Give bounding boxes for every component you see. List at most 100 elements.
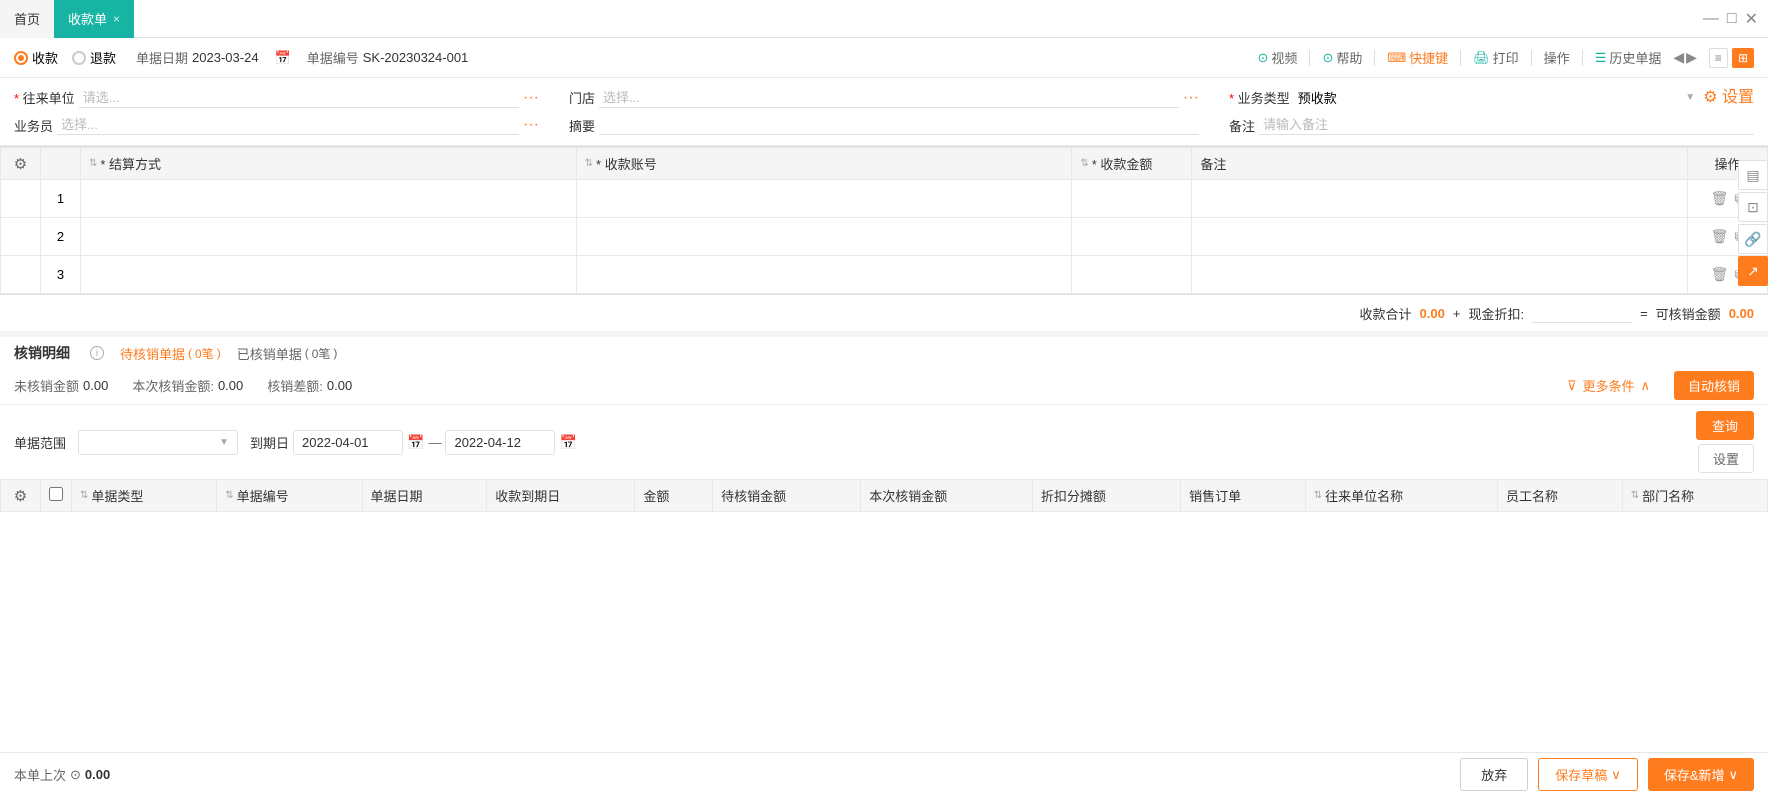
input-beizhu-3[interactable] bbox=[1192, 256, 1687, 293]
sort-danJuBianHao[interactable]: ⇅ bbox=[225, 490, 233, 501]
bth-gear[interactable]: ⚙ bbox=[1, 480, 41, 512]
gear-icon[interactable]: ⚙ bbox=[14, 156, 27, 173]
radio-shouKuan[interactable]: 收款 bbox=[14, 48, 58, 67]
delete-row-1-icon[interactable]: 🗑 bbox=[1711, 190, 1729, 207]
td-jinE-1[interactable] bbox=[1072, 180, 1192, 218]
btn-print[interactable]: 🖨 打印 bbox=[1473, 48, 1519, 67]
radio-tuiDan[interactable]: 退款 bbox=[72, 48, 116, 67]
right-float-table-icon[interactable]: ▤ bbox=[1738, 160, 1768, 190]
btn-shortcut[interactable]: ⌨ 快捷键 bbox=[1387, 48, 1448, 67]
dots-menDian[interactable]: ··· bbox=[1183, 90, 1199, 106]
th-gear[interactable]: ⚙ bbox=[1, 148, 41, 180]
nav-next-icon[interactable]: ▶ bbox=[1686, 49, 1697, 66]
btn-abandon[interactable]: 放弃 bbox=[1460, 758, 1528, 791]
settings-yewuLeixing[interactable]: ⚙ 设置 bbox=[1703, 90, 1754, 106]
delete-row-2-icon[interactable]: 🗑 bbox=[1711, 228, 1729, 245]
input-zhangHao-2[interactable] bbox=[577, 218, 1072, 255]
sort-icon-jiesuanFangshi[interactable]: ⇅ bbox=[89, 158, 97, 169]
input-menDian[interactable] bbox=[599, 88, 1179, 108]
td-beizhu-1[interactable] bbox=[1192, 180, 1688, 218]
calendar-from-icon[interactable]: 📅 bbox=[407, 434, 424, 451]
input-jiesuanFangshi-2[interactable] bbox=[81, 218, 576, 255]
checkbox-all[interactable] bbox=[49, 487, 63, 501]
right-float-link-icon[interactable]: 🔗 bbox=[1738, 224, 1768, 254]
calendar-to-icon[interactable]: 📅 bbox=[559, 434, 576, 451]
input-jiesuanFangshi-1[interactable] bbox=[81, 180, 576, 217]
dots-yewuYuan[interactable]: ··· bbox=[523, 117, 539, 133]
date-to-input[interactable] bbox=[445, 430, 555, 455]
td-zhangHao-1[interactable] bbox=[576, 180, 1072, 218]
sort-danJuLeixing[interactable]: ⇅ bbox=[80, 490, 88, 501]
tab-home[interactable]: 首页 bbox=[0, 0, 54, 38]
tab-daiHeSiao[interactable]: 待核销单据 (0笔) bbox=[120, 344, 221, 363]
td-beizhu-3[interactable] bbox=[1192, 256, 1688, 294]
btn-save-new[interactable]: 保存&新增 ∨ bbox=[1648, 758, 1754, 791]
tab-yiHeSiao[interactable]: 已核销单据 (0笔) bbox=[237, 344, 338, 363]
field-liaiwanDanWei: 往来单位 ··· bbox=[14, 88, 539, 108]
td-jinE-2[interactable] bbox=[1072, 218, 1192, 256]
sort-icon-jinE[interactable]: ⇅ bbox=[1080, 158, 1088, 169]
input-jinE-2[interactable] bbox=[1072, 218, 1191, 255]
date-from-input[interactable] bbox=[293, 430, 403, 455]
input-jinE-1[interactable] bbox=[1072, 180, 1191, 217]
view-grid-icon[interactable]: ⊞ bbox=[1732, 48, 1754, 68]
close-tab-icon[interactable]: × bbox=[113, 12, 120, 26]
td-jiesuanFangshi-3[interactable] bbox=[81, 256, 577, 294]
nav-prev-icon[interactable]: ◀ bbox=[1673, 49, 1684, 66]
btn-help[interactable]: ⊙ 帮助 bbox=[1322, 48, 1362, 67]
calendar-icon-date[interactable]: 📅 bbox=[275, 50, 291, 66]
label-danJuRiQi: 单据日期 bbox=[136, 48, 188, 67]
btn-action[interactable]: 操作 bbox=[1544, 48, 1570, 67]
td-gear-2 bbox=[1, 218, 41, 256]
sort-liaiwanDanWei[interactable]: ⇅ bbox=[1314, 490, 1322, 501]
heSiao-info-icon[interactable]: i bbox=[90, 346, 104, 360]
right-float-grid-icon[interactable]: ⊡ bbox=[1738, 192, 1768, 222]
td-zhangHao-2[interactable] bbox=[576, 218, 1072, 256]
dots-liaiwanDanWei[interactable]: ··· bbox=[523, 90, 539, 106]
input-zhaiyao[interactable] bbox=[599, 115, 1199, 135]
btn-setting[interactable]: 设置 bbox=[1698, 444, 1754, 473]
sort-icon-zhangHao[interactable]: ⇅ bbox=[585, 158, 593, 169]
label-danJuFanWei: 单据范围 bbox=[14, 433, 66, 452]
td-jinE-3[interactable] bbox=[1072, 256, 1192, 294]
btn-history[interactable]: ☰ 历史单据 bbox=[1595, 48, 1662, 67]
close-window-icon[interactable]: ✕ bbox=[1745, 9, 1758, 29]
btn-auto-heSiao[interactable]: 自动核销 bbox=[1674, 371, 1754, 400]
tab-shouKuanDan[interactable]: 收款单 × bbox=[54, 0, 134, 38]
btn-save-draft[interactable]: 保存草稿 ∨ bbox=[1538, 758, 1638, 791]
field-yewuYuan: 业务员 ··· bbox=[14, 115, 539, 135]
bth-daiHeSiao: 待核销金额 bbox=[713, 480, 861, 512]
select-danJuFanWei[interactable]: ▼ bbox=[78, 430, 238, 455]
view-list-icon[interactable]: ≡ bbox=[1709, 48, 1728, 68]
maximize-icon[interactable]: □ bbox=[1727, 10, 1737, 28]
input-xianJinZheKou[interactable] bbox=[1532, 303, 1632, 323]
td-jiesuanFangshi-1[interactable] bbox=[81, 180, 577, 218]
input-beizhu-1[interactable] bbox=[1192, 180, 1687, 217]
delete-row-3-icon[interactable]: 🗑 bbox=[1711, 266, 1729, 283]
input-beizhu[interactable] bbox=[1259, 115, 1754, 135]
dropdown-yewuLeixing-icon[interactable]: ▼ bbox=[1685, 92, 1695, 103]
btn-query[interactable]: 查询 bbox=[1696, 411, 1754, 440]
print-icon: 🖨 bbox=[1473, 50, 1490, 66]
td-jiesuanFangshi-2[interactable] bbox=[81, 218, 577, 256]
minimize-icon[interactable]: — bbox=[1703, 10, 1719, 28]
input-liaiwanDanWei[interactable] bbox=[79, 88, 519, 108]
gear-icon-bottom[interactable]: ⚙ bbox=[14, 488, 27, 505]
input-zhangHao-3[interactable] bbox=[577, 256, 1072, 293]
td-zhangHao-3[interactable] bbox=[576, 256, 1072, 294]
label-benCi: 本次核销金额: bbox=[132, 376, 214, 395]
bth-jinE: 金额 bbox=[635, 480, 713, 512]
sort-buMen[interactable]: ⇅ bbox=[1631, 490, 1639, 501]
window-controls: — □ ✕ bbox=[1703, 9, 1768, 29]
input-jinE-3[interactable] bbox=[1072, 256, 1191, 293]
input-zhangHao-1[interactable] bbox=[577, 180, 1072, 217]
td-beizhu-2[interactable] bbox=[1192, 218, 1688, 256]
right-float-expand-icon[interactable]: ↗ bbox=[1738, 256, 1768, 286]
btn-video[interactable]: ⊙ 视频 bbox=[1258, 48, 1298, 67]
input-jiesuanFangshi-3[interactable] bbox=[81, 256, 576, 293]
footer-info: 本单上次 ⊙ 0.00 bbox=[14, 765, 110, 784]
input-yewuYuan[interactable] bbox=[57, 115, 519, 135]
input-beizhu-2[interactable] bbox=[1192, 218, 1687, 255]
field-beizhu: 备注 bbox=[1229, 115, 1754, 135]
more-conditions[interactable]: ⊽ 更多条件 ∧ bbox=[1567, 376, 1650, 395]
